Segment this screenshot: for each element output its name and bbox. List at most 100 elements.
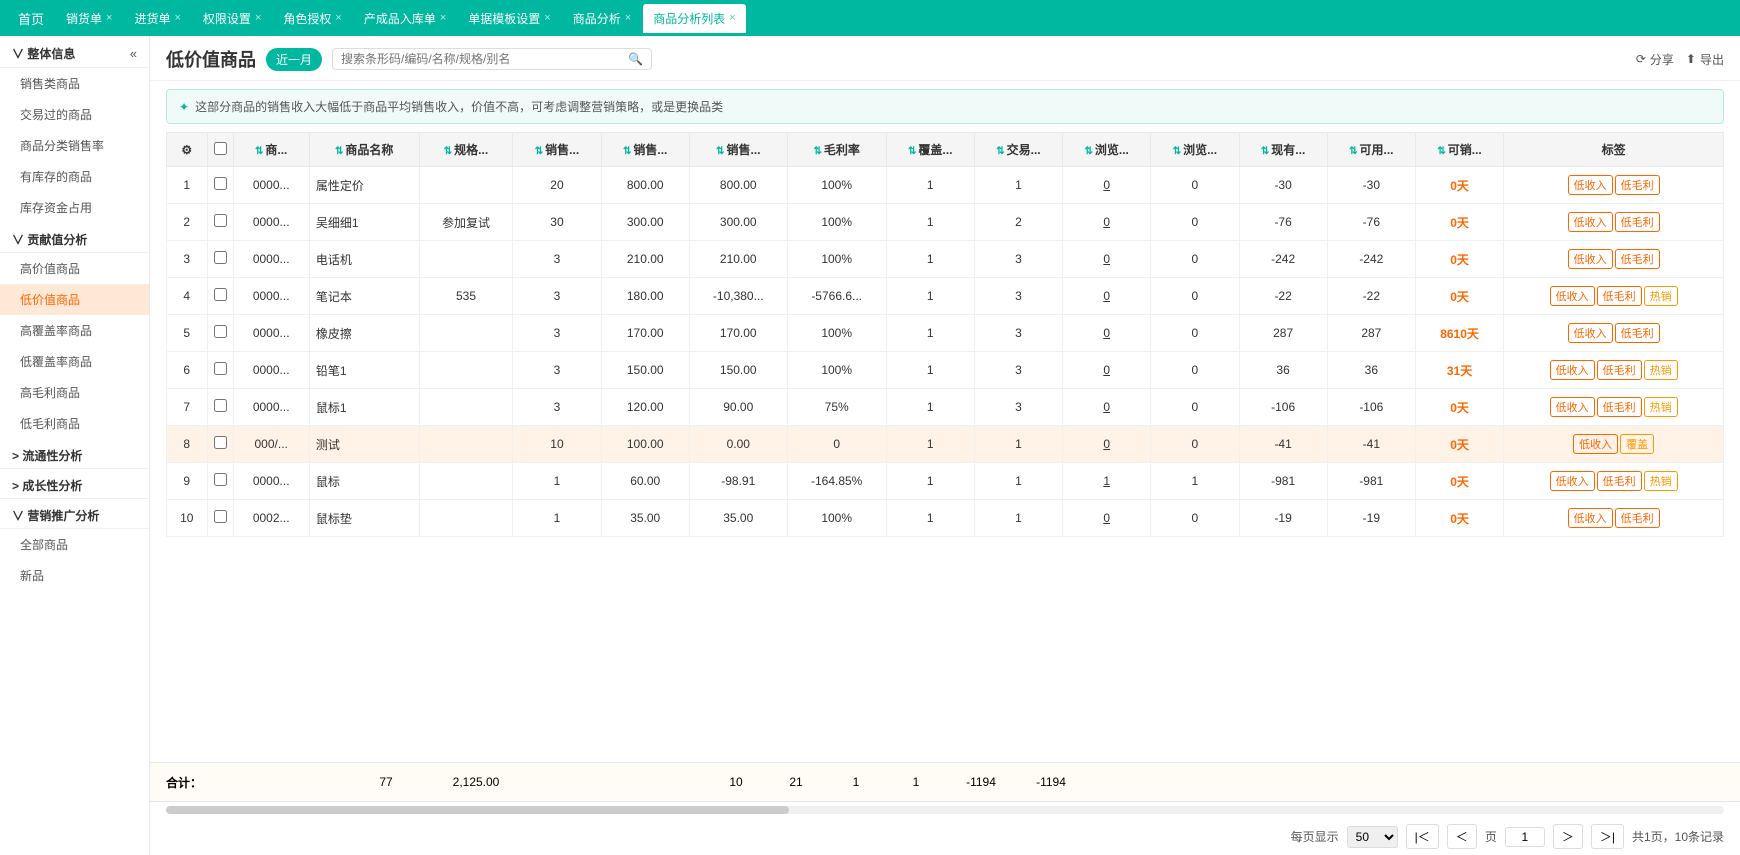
col-stock[interactable]: ⇅现有... <box>1239 133 1327 167</box>
nav-item-templates[interactable]: 单据模板设置 × <box>458 4 560 33</box>
col-settings[interactable]: ⚙ <box>167 133 208 167</box>
page-input[interactable] <box>1505 827 1545 847</box>
sidebar-item-high-value[interactable]: 高价值商品 <box>0 253 149 284</box>
col-view1[interactable]: ⇅浏览... <box>1063 133 1151 167</box>
nav-close-sales[interactable]: × <box>106 12 112 24</box>
sidebar-item-all-products[interactable]: 全部商品 <box>0 529 149 560</box>
nav-close-perms[interactable]: × <box>255 12 261 24</box>
cell-view1[interactable]: 1 <box>1063 463 1151 500</box>
col-name[interactable]: ⇅商品名称 <box>309 133 419 167</box>
cell-checkbox[interactable] <box>207 463 233 500</box>
view1-link[interactable]: 0 <box>1103 437 1110 451</box>
prev-page-btn[interactable]: ＜ <box>1447 824 1477 849</box>
nav-item-roles[interactable]: 角色授权 × <box>273 4 351 33</box>
cell-view1[interactable]: 0 <box>1063 352 1151 389</box>
row-checkbox[interactable] <box>214 177 227 190</box>
cell-checkbox[interactable] <box>207 315 233 352</box>
sidebar-item-traded[interactable]: 交易过的商品 <box>0 99 149 130</box>
cell-view1[interactable]: 0 <box>1063 278 1151 315</box>
cell-view1[interactable]: 0 <box>1063 426 1151 463</box>
cell-view1[interactable]: 0 <box>1063 167 1151 204</box>
row-checkbox[interactable] <box>214 288 227 301</box>
cell-view1[interactable]: 0 <box>1063 241 1151 278</box>
col-sale2[interactable]: ⇅销售... <box>689 133 787 167</box>
search-input[interactable] <box>341 52 622 66</box>
col-qty[interactable]: ⇅销售... <box>513 133 601 167</box>
col-avail[interactable]: ⇅可用... <box>1327 133 1415 167</box>
nav-item-warehouse[interactable]: 产成品入库单 × <box>354 4 456 33</box>
cell-checkbox[interactable] <box>207 241 233 278</box>
view1-link[interactable]: 0 <box>1103 252 1110 266</box>
share-button[interactable]: ⟳ 分享 <box>1636 51 1674 68</box>
nav-item-analysis[interactable]: 商品分析 × <box>563 4 641 33</box>
first-page-btn[interactable]: |＜ <box>1406 824 1439 849</box>
cell-checkbox[interactable] <box>207 167 233 204</box>
sidebar-item-high-margin[interactable]: 高毛利商品 <box>0 377 149 408</box>
col-code[interactable]: ⇅商... <box>233 133 309 167</box>
col-sellable[interactable]: ⇅可销... <box>1415 133 1503 167</box>
sidebar-item-high-coverage[interactable]: 高覆盖率商品 <box>0 315 149 346</box>
cell-checkbox[interactable] <box>207 352 233 389</box>
nav-close-purchase[interactable]: × <box>174 12 180 24</box>
row-checkbox[interactable] <box>214 473 227 486</box>
row-checkbox[interactable] <box>214 325 227 338</box>
col-sale1[interactable]: ⇅销售... <box>601 133 689 167</box>
sidebar-item-in-stock[interactable]: 有库存的商品 <box>0 161 149 192</box>
nav-item-sales[interactable]: 销货单 × <box>56 4 122 33</box>
cell-view1[interactable]: 0 <box>1063 500 1151 537</box>
last-page-btn[interactable]: ＞| <box>1591 824 1624 849</box>
row-checkbox[interactable] <box>214 436 227 449</box>
nav-close-roles[interactable]: × <box>335 12 341 24</box>
cell-checkbox[interactable] <box>207 204 233 241</box>
col-margin[interactable]: ⇅毛利率 <box>787 133 886 167</box>
nav-item-purchase[interactable]: 进货单 × <box>124 4 190 33</box>
col-cover[interactable]: ⇅覆盖... <box>886 133 974 167</box>
row-checkbox[interactable] <box>214 510 227 523</box>
row-checkbox[interactable] <box>214 362 227 375</box>
scrollbar[interactable] <box>166 806 1724 814</box>
search-icon[interactable]: 🔍 <box>628 52 643 66</box>
sidebar-item-sales-category[interactable]: 销售类商品 <box>0 68 149 99</box>
cell-view1[interactable]: 0 <box>1063 389 1151 426</box>
view1-link[interactable]: 0 <box>1103 215 1110 229</box>
nav-close-templates[interactable]: × <box>544 12 550 24</box>
nav-close-analysis-list[interactable]: × <box>729 12 735 24</box>
cell-view1[interactable]: 0 <box>1063 315 1151 352</box>
col-trade[interactable]: ⇅交易... <box>974 133 1062 167</box>
cell-checkbox[interactable] <box>207 389 233 426</box>
row-checkbox[interactable] <box>214 251 227 264</box>
cell-checkbox[interactable] <box>207 278 233 315</box>
export-button[interactable]: ⬆ 导出 <box>1686 51 1724 68</box>
sidebar-item-capital[interactable]: 库存资金占用 <box>0 192 149 223</box>
col-view2[interactable]: ⇅浏览... <box>1151 133 1239 167</box>
nav-close-warehouse[interactable]: × <box>440 12 446 24</box>
sidebar-item-new-products[interactable]: 新品 <box>0 560 149 591</box>
view1-link[interactable]: 0 <box>1103 178 1110 192</box>
nav-item-home[interactable]: 首页 <box>8 3 54 34</box>
cell-view1[interactable]: 0 <box>1063 204 1151 241</box>
col-spec[interactable]: ⇅规格... <box>419 133 513 167</box>
period-button[interactable]: 近一月 <box>266 48 322 71</box>
view1-link[interactable]: 1 <box>1103 474 1110 488</box>
sidebar-collapse-btn[interactable]: « <box>126 44 141 63</box>
cell-checkbox[interactable] <box>207 426 233 463</box>
nav-close-analysis[interactable]: × <box>625 12 631 24</box>
row-checkbox[interactable] <box>214 214 227 227</box>
cell-checkbox[interactable] <box>207 500 233 537</box>
col-checkbox[interactable] <box>207 133 233 167</box>
nav-item-analysis-list[interactable]: 商品分析列表 × <box>643 4 745 33</box>
row-checkbox[interactable] <box>214 399 227 412</box>
sidebar-item-category-rate[interactable]: 商品分类销售率 <box>0 130 149 161</box>
view1-link[interactable]: 0 <box>1103 363 1110 377</box>
sidebar-item-low-value[interactable]: 低价值商品 <box>0 284 149 315</box>
view1-link[interactable]: 0 <box>1103 326 1110 340</box>
select-all-checkbox[interactable] <box>214 142 227 155</box>
next-page-btn[interactable]: ＞ <box>1553 824 1583 849</box>
sidebar-item-low-margin[interactable]: 低毛利商品 <box>0 408 149 439</box>
view1-link[interactable]: 0 <box>1103 511 1110 525</box>
page-size-select[interactable]: 50 10 20 100 <box>1347 826 1398 848</box>
view1-link[interactable]: 0 <box>1103 400 1110 414</box>
view1-link[interactable]: 0 <box>1103 289 1110 303</box>
nav-item-perms[interactable]: 权限设置 × <box>193 4 271 33</box>
sidebar-item-low-coverage[interactable]: 低覆盖率商品 <box>0 346 149 377</box>
